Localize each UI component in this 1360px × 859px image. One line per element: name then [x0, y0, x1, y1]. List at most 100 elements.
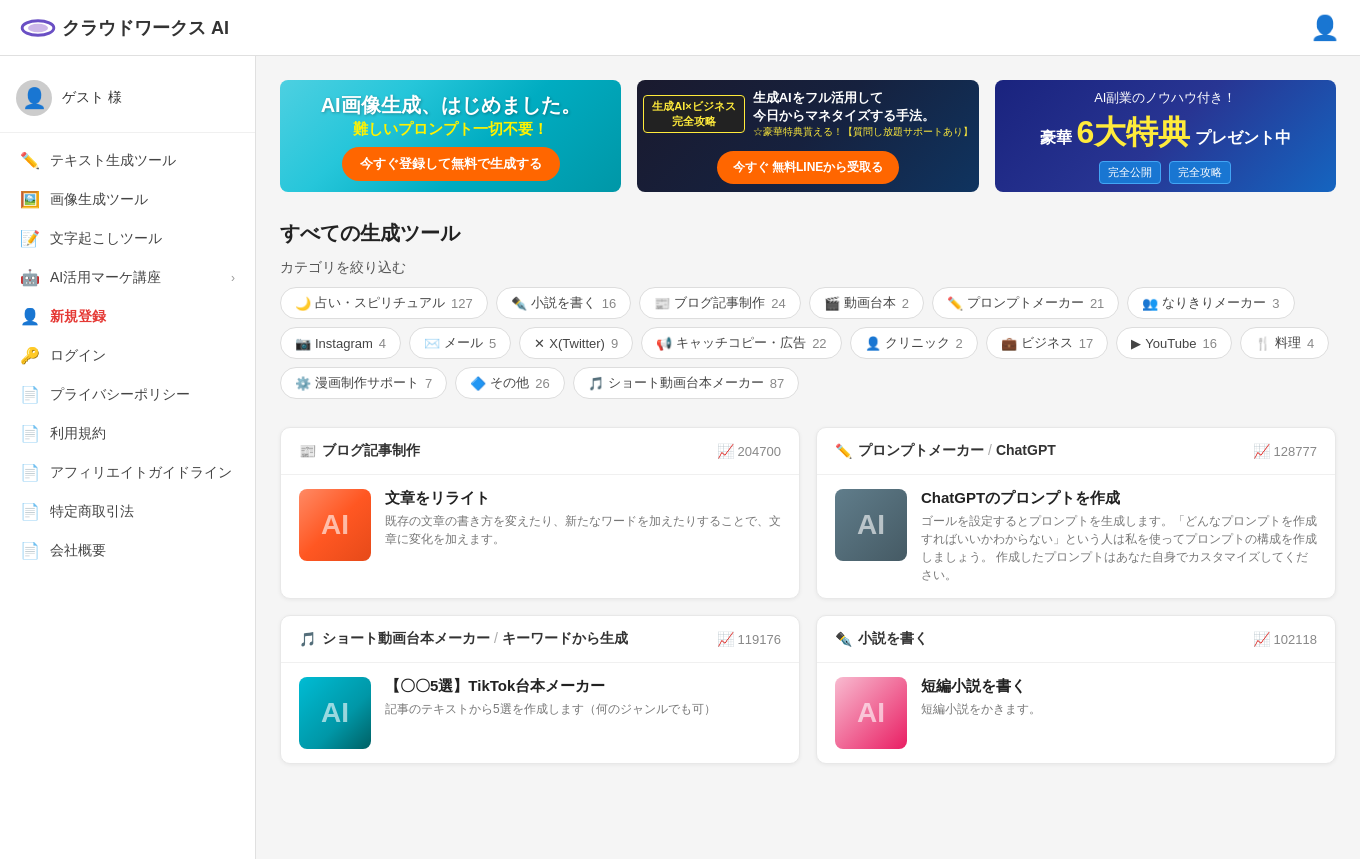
instagram-icon: 📷 — [295, 336, 311, 351]
sidebar-item-register[interactable]: 👤新規登録 — [0, 297, 255, 336]
sidebar-item-transcription-tool[interactable]: 📝文字起こしツール — [0, 219, 255, 258]
tag-label-other: その他 — [490, 374, 529, 392]
category-tag-other[interactable]: 🔷その他26 — [455, 367, 564, 399]
category-tag-twitter[interactable]: ✕X(Twitter)9 — [519, 327, 633, 359]
trend-icon: 📈 — [1253, 443, 1270, 459]
tool-item-short-novel[interactable]: AI 短編小説を書く 短編小説をかきます。 — [817, 663, 1335, 763]
tag-label-short-video: ショート動画台本メーカー — [608, 374, 764, 392]
banner-1[interactable]: AI画像生成、はじめました。 難しいプロンプト一切不要！ 今すぐ登録して無料で生… — [280, 80, 621, 192]
prompt-section-icon: ✏️ — [835, 443, 852, 459]
sidebar-label-terms: 利用規約 — [50, 425, 106, 443]
tool-section-header-prompt-section: ✏️ プロンプトメーカー/ChatGPT 📈 128777 — [817, 428, 1335, 475]
banner-2[interactable]: 生成AI×ビジネス完全攻略 生成AIをフル活用して 今日からマネタイズする手法。… — [637, 80, 978, 192]
tag-count-blog: 24 — [771, 296, 785, 311]
sidebar-item-terms[interactable]: 📄 利用規約 — [0, 414, 255, 453]
banner-3-headline: 豪華 6大特典 プレゼント中 — [1040, 129, 1291, 146]
short-video-section-icon: 🎵 — [299, 631, 316, 647]
section-title: すべての生成ツール — [280, 220, 1336, 247]
roleplay-icon: 👥 — [1142, 296, 1158, 311]
category-tag-novel[interactable]: ✒️小説を書く16 — [496, 287, 631, 319]
sidebar-label-register: 新規登録 — [50, 308, 106, 326]
category-tag-email[interactable]: ✉️メール5 — [409, 327, 511, 359]
tag-count-other: 26 — [535, 376, 549, 391]
tool-card-novel-section: ✒️ 小説を書く 📈 102118 AI 短編小説を書く 短編小説をかきます。 — [816, 615, 1336, 764]
header-user[interactable]: 👤 — [1310, 14, 1340, 42]
category-tag-blog[interactable]: 📰ブログ記事制作24 — [639, 287, 800, 319]
tool-thumb-short-novel: AI — [835, 677, 907, 749]
banner-2-headline: 生成AIをフル活用して — [753, 89, 973, 107]
category-tag-prompt[interactable]: ✏️プロンプトメーカー21 — [932, 287, 1119, 319]
logo[interactable]: クラウドワークス AI — [20, 16, 229, 40]
tool-section-count-short-video-section: 119176 — [738, 632, 781, 647]
novel-icon: ✒️ — [511, 296, 527, 311]
category-tag-roleplay[interactable]: 👥なりきりメーカー3 — [1127, 287, 1294, 319]
blog-section-icon: 📰 — [299, 443, 316, 459]
business-icon: 💼 — [1001, 336, 1017, 351]
tag-count-script: 2 — [902, 296, 909, 311]
banner-2-badge: 生成AI×ビジネス完全攻略 — [643, 95, 744, 133]
banner-2-button[interactable]: 今すぐ 無料LINEから受取る — [717, 151, 900, 184]
category-tag-youtube[interactable]: ▶YouTube16 — [1116, 327, 1232, 359]
banner-1-button[interactable]: 今すぐ登録して無料で生成する — [342, 147, 560, 181]
sidebar-item-privacy[interactable]: 📄プライバシーポリシー — [0, 375, 255, 414]
header: クラウドワークス AI 👤 — [0, 0, 1360, 56]
tool-item-chatgpt-prompt[interactable]: AI ChatGPTのプロンプトを作成 ゴールを設定するとプロンプトを生成します… — [817, 475, 1335, 598]
sidebar-label-affiliate: アフィリエイトガイドライン — [50, 464, 232, 482]
sidebar-item-affiliate[interactable]: 📄アフィリエイトガイドライン — [0, 453, 255, 492]
tool-desc-rewrite: 既存の文章の書き方を変えたり、新たなワードを加えたりすることで、文章に変化を加え… — [385, 512, 781, 548]
tag-label-cooking: 料理 — [1275, 334, 1301, 352]
terms-icon: 📄 — [20, 424, 40, 443]
banner-1-subtext: 難しいプロンプト一切不要！ — [353, 120, 548, 137]
banner-2-sub: ☆豪華特典貰える！【質問し放題サポートあり】 — [753, 125, 973, 139]
logo-text: クラウドワークス AI — [62, 16, 229, 40]
tool-section-title-novel-section: 小説を書く — [858, 630, 928, 648]
category-tag-catchcopy[interactable]: 📢キャッチコピー・広告22 — [641, 327, 841, 359]
tool-item-tiktok[interactable]: AI 【〇〇5選】TikTok台本メーカー 記事のテキストから5選を作成します（… — [281, 663, 799, 763]
main-content: AI画像生成、はじめました。 難しいプロンプト一切不要！ 今すぐ登録して無料で生… — [256, 56, 1360, 859]
trend-icon: 📈 — [1253, 631, 1270, 647]
sidebar-item-image-tool[interactable]: 🖼️画像生成ツール — [0, 180, 255, 219]
tag-label-youtube: YouTube — [1145, 336, 1196, 351]
tool-section-title-blog-section: ブログ記事制作 — [322, 442, 420, 460]
tool-item-rewrite[interactable]: AI 文章をリライト 既存の文章の書き方を変えたり、新たなワードを加えたりするこ… — [281, 475, 799, 575]
tag-label-instagram: Instagram — [315, 336, 373, 351]
tool-section-count-blog-section: 204700 — [738, 444, 781, 459]
fortune-icon: 🌙 — [295, 296, 311, 311]
tag-count-manga: 7 — [425, 376, 432, 391]
category-tag-fortune[interactable]: 🌙占い・スピリチュアル127 — [280, 287, 488, 319]
cooking-icon: 🍴 — [1255, 336, 1271, 351]
banner-3-sub2: 完全攻略 — [1169, 161, 1231, 184]
category-tag-cooking[interactable]: 🍴料理4 — [1240, 327, 1329, 359]
tag-label-prompt: プロンプトメーカー — [967, 294, 1084, 312]
tag-count-short-video: 87 — [770, 376, 784, 391]
email-icon: ✉️ — [424, 336, 440, 351]
sidebar-item-ai-marketing[interactable]: 🤖AI活用マーケ講座› — [0, 258, 255, 297]
twitter-icon: ✕ — [534, 336, 545, 351]
banner-3[interactable]: AI副業のノウハウ付き！ 豪華 6大特典 プレゼント中 完全公開 完全攻略 — [995, 80, 1336, 192]
category-tag-business[interactable]: 💼ビジネス17 — [986, 327, 1108, 359]
banner-3-sub1: 完全公開 — [1099, 161, 1161, 184]
sidebar-label-text-tool: テキスト生成ツール — [50, 152, 176, 170]
filter-label: カテゴリを絞り込む — [280, 259, 1336, 277]
tool-section-count-novel-section: 102118 — [1274, 632, 1317, 647]
script-icon: 🎬 — [824, 296, 840, 311]
sidebar-item-trade[interactable]: 📄特定商取引法 — [0, 492, 255, 531]
privacy-icon: 📄 — [20, 385, 40, 404]
sidebar-item-login[interactable]: 🔑ログイン — [0, 336, 255, 375]
tag-label-novel: 小説を書く — [531, 294, 596, 312]
category-tags: 🌙占い・スピリチュアル127✒️小説を書く16📰ブログ記事制作24🎬動画台本2✏… — [280, 287, 1336, 399]
category-tag-script[interactable]: 🎬動画台本2 — [809, 287, 924, 319]
sidebar-item-company[interactable]: 📄会社概要 — [0, 531, 255, 570]
blog-icon: 📰 — [654, 296, 670, 311]
category-tag-clinic[interactable]: 👤クリニック2 — [850, 327, 978, 359]
tool-card-short-video-section: 🎵 ショート動画台本メーカー/キーワードから生成 📈 119176 AI 【〇〇… — [280, 615, 800, 764]
sidebar-label-login: ログイン — [50, 347, 106, 365]
category-tag-short-video[interactable]: 🎵ショート動画台本メーカー87 — [573, 367, 799, 399]
manga-icon: ⚙️ — [295, 376, 311, 391]
category-tag-instagram[interactable]: 📷Instagram4 — [280, 327, 401, 359]
category-tag-manga[interactable]: ⚙️漫画制作サポート7 — [280, 367, 447, 399]
sidebar-item-text-tool[interactable]: ✏️テキスト生成ツール — [0, 141, 255, 180]
tool-section-title-prompt-section: プロンプトメーカー/ChatGPT — [858, 442, 1056, 460]
tool-info-tiktok: 【〇〇5選】TikTok台本メーカー 記事のテキストから5選を作成します（何のジ… — [385, 677, 781, 749]
tag-label-business: ビジネス — [1021, 334, 1073, 352]
